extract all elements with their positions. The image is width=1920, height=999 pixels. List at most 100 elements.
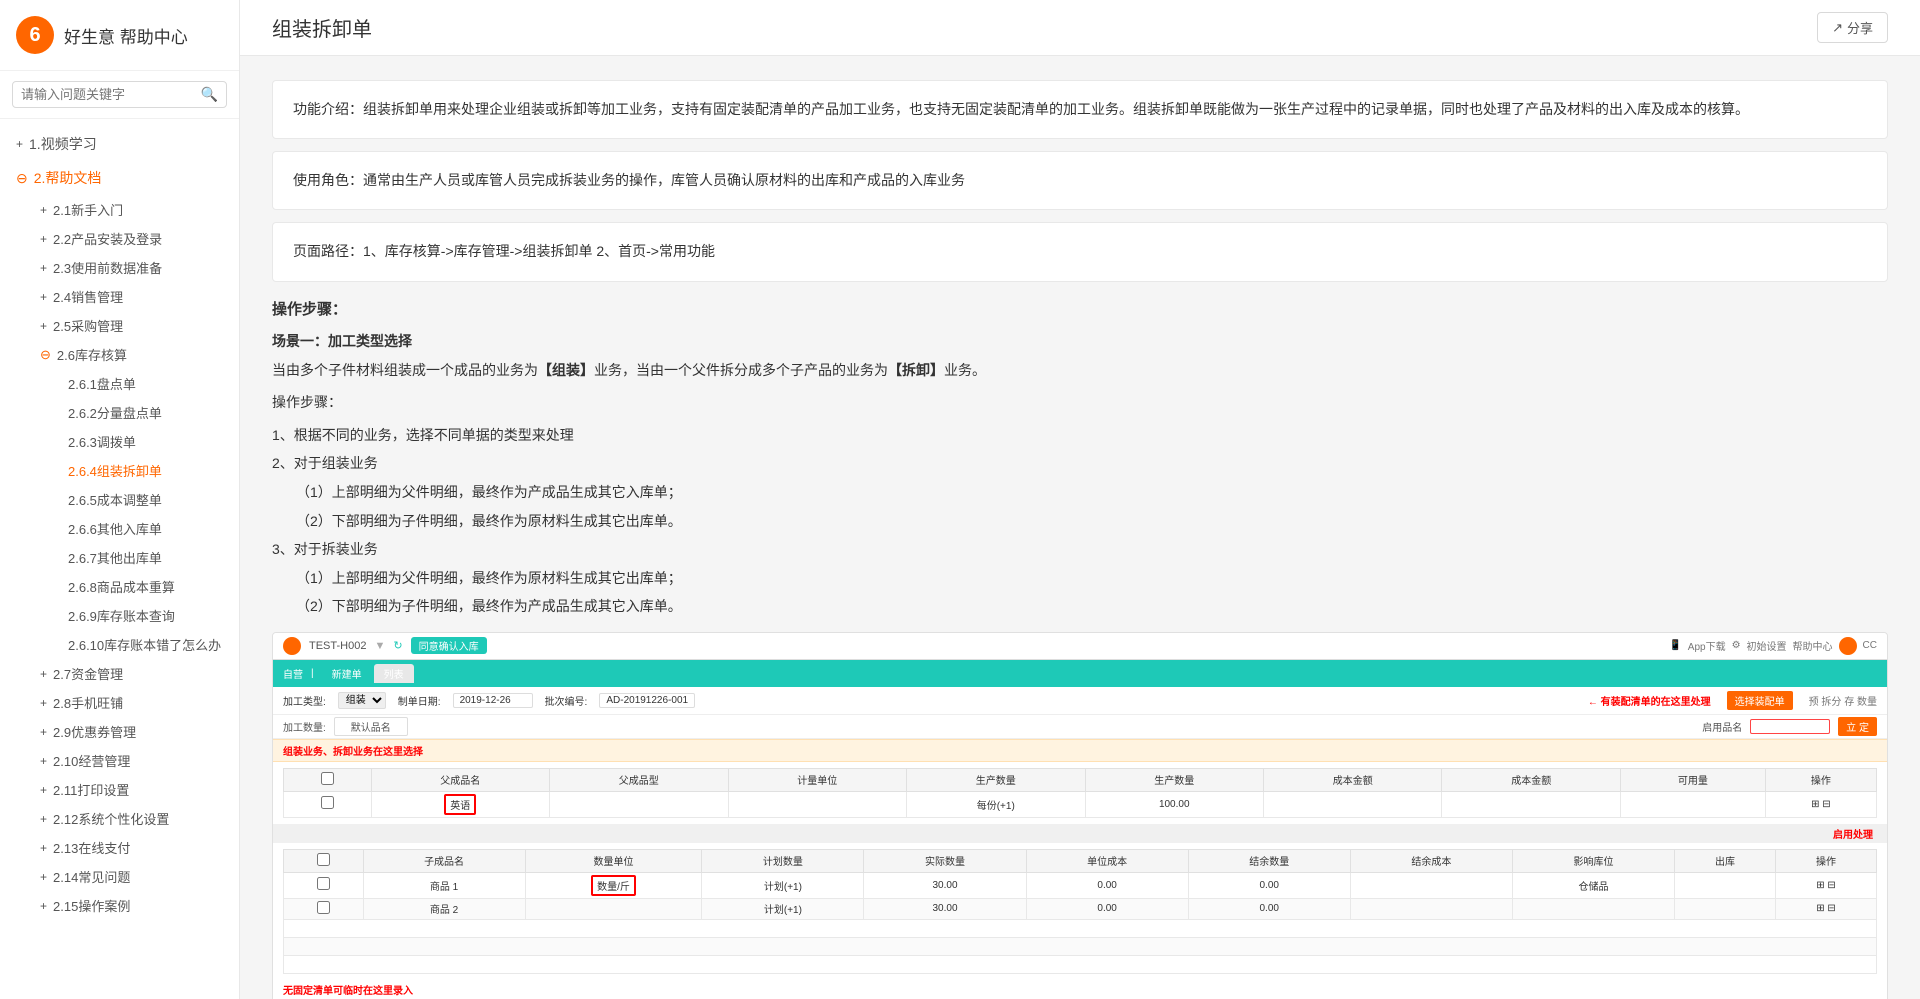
mock-docnum: TEST-H002: [309, 640, 366, 652]
sidebar-item-inventory[interactable]: ⊖ 2.6库存核算: [28, 340, 239, 369]
mock-enable-input[interactable]: [1750, 719, 1830, 734]
mock-nav-bar: 自营 | 新建单 列表: [273, 660, 1887, 687]
sidebar-item-install[interactable]: + 2.2产品安装及登录: [28, 224, 239, 253]
mock-helptext3: 帮助中心: [1793, 638, 1833, 653]
circle-icon6: +: [40, 667, 47, 681]
lrow1-wh: 仓储品: [1512, 872, 1674, 898]
mock-upper-table: 父成品名 父成品型 计量单位 生产数量 生产数量 成本金额 成本金额 可用量 操…: [283, 768, 1877, 818]
sidebar-item-finance[interactable]: + 2.7资金管理: [28, 659, 239, 688]
sidebar-item-outbound[interactable]: 2.6.7其他出库单: [56, 543, 239, 572]
mock-lower-row1: 商品 1 数量/斤 计划(+1) 30.00 0.00 0.00 仓储品 ⊞ ⊟: [284, 872, 1877, 898]
topbar: 组装拆卸单 ↗ 分享: [240, 0, 1920, 56]
sidebar-item-portion[interactable]: 2.6.2分量盘点单: [56, 398, 239, 427]
role-card: 使用角色：通常由生产人员或库管人员完成拆装业务的操作，库管人员确认原材料的出库和…: [272, 151, 1888, 210]
sidebar-item-purchase[interactable]: + 2.5采购管理: [28, 311, 239, 340]
mock-section-divider: 组装业务、拆卸业务在这里选择: [273, 739, 1887, 762]
circle-icon2: +: [40, 232, 47, 246]
mock-save-btn[interactable]: 立 定: [1838, 717, 1877, 736]
search-area: 🔍: [0, 71, 239, 119]
mock-tab-list[interactable]: 列表: [374, 664, 414, 683]
main-area: 组装拆卸单 ↗ 分享 功能介绍：组装拆卸单用来处理企业组装或拆卸等加工业务，支持…: [240, 0, 1920, 999]
sidebar-item-coupon[interactable]: + 2.9优惠券管理: [28, 717, 239, 746]
mock-upper-table-area: 父成品名 父成品型 计量单位 生产数量 生产数量 成本金额 成本金额 可用量 操…: [273, 762, 1887, 824]
sub-col-actual: 实际数量: [864, 849, 1026, 872]
sidebar-item-sales[interactable]: + 2.4销售管理: [28, 282, 239, 311]
lrow4-empty: [284, 937, 1877, 955]
lrow3-empty: [284, 919, 1877, 937]
mock-type-label: 加工类型:: [283, 693, 326, 708]
lrow2-out: [1675, 898, 1776, 919]
sub-col-remain-cost: 结余成本: [1350, 849, 1512, 872]
mock-type-note: 加工数量: 默认品名 启用品名 立 定: [273, 715, 1887, 739]
search-box[interactable]: 🔍: [12, 81, 227, 108]
sidebar-item-costrecalc[interactable]: 2.6.8商品成本重算: [56, 572, 239, 601]
mock-appstore-icon: 📱: [1669, 640, 1681, 651]
sidebar-item-help[interactable]: ⊖ 2.帮助文档: [0, 161, 239, 195]
search-icon[interactable]: 🔍: [201, 86, 218, 103]
logo-area: 6 好生意 帮助中心: [0, 0, 239, 71]
col-qty1: 生产数量: [907, 768, 1085, 791]
lrow2-rq: 0.00: [1188, 898, 1350, 919]
sidebar-item-stockerr[interactable]: 2.6.10库存账本错了怎么办: [56, 630, 239, 659]
row1-act: ⊞ ⊟: [1765, 791, 1876, 817]
row1-q1: 每份(+1): [907, 791, 1085, 817]
steps-section: 操作步骤： 场景一：加工类型选择 当由多个子件材料组装成一个成品的业务为【组装】…: [272, 298, 1888, 620]
sub-col-ops: 操作: [1775, 849, 1876, 872]
select-all-checkbox[interactable]: [321, 772, 334, 785]
content-area: 功能介绍：组装拆卸单用来处理企业组装或拆卸等加工业务，支持有固定装配清单的产品加…: [240, 56, 1920, 999]
circle-icon12: +: [40, 841, 47, 855]
mock-help-text: App下载: [1688, 638, 1726, 653]
row1-name: 英语: [371, 791, 549, 817]
mock-lower-row3: [284, 919, 1877, 937]
step3-1: （1）上部明细为父件明细，最终作为原材料生成其它出库单；: [296, 565, 1888, 592]
sidebar-item-ops[interactable]: + 2.10经营管理: [28, 746, 239, 775]
scenario1-desc: 当由多个子件材料组装成一个成品的业务为【组装】业务，当由一个父件拆分成多个子产品…: [272, 357, 1888, 384]
share-button[interactable]: ↗ 分享: [1817, 12, 1888, 43]
sidebar-item-mobile[interactable]: + 2.8手机旺铺: [28, 688, 239, 717]
mock-type-select[interactable]: 组装 拆卸: [338, 692, 386, 709]
sidebar-item-cost[interactable]: 2.6.5成本调整单: [56, 485, 239, 514]
mock-settings-icon: ⚙: [1732, 640, 1741, 651]
mock-title-left: TEST-H002 ▼ ↻ 同意确认入库: [283, 637, 487, 655]
mock-nav-home[interactable]: 自营: [283, 666, 303, 681]
plus-icon: +: [16, 137, 23, 151]
mock-lower-row4: [284, 937, 1877, 955]
mock-screenshot: TEST-H002 ▼ ↻ 同意确认入库 📱 App下载 ⚙ 初始设置 帮助中心…: [273, 633, 1887, 999]
sidebar-item-cases[interactable]: + 2.15操作案例: [28, 891, 239, 920]
search-input[interactable]: [21, 87, 201, 102]
row1-redbox: 英语: [444, 794, 476, 815]
sidebar-item-video[interactable]: + 1.视频学习: [0, 127, 239, 161]
mock-logo: [283, 637, 301, 655]
sidebar-item-prepare[interactable]: + 2.3使用前数据准备: [28, 253, 239, 282]
lrow2-name: 商品 2: [363, 898, 525, 919]
sidebar-item-newbie[interactable]: + 2.1新手入门: [28, 195, 239, 224]
sidebar-item-inbound[interactable]: 2.6.6其他入库单: [56, 514, 239, 543]
circle-icon10: +: [40, 783, 47, 797]
mock-confirm-btn[interactable]: 同意确认入库: [411, 637, 487, 654]
mock-lower-row5: [284, 955, 1877, 973]
sidebar-item-payment[interactable]: + 2.13在线支付: [28, 833, 239, 862]
nav-sub-inventory: 2.6.1盘点单 2.6.2分量盘点单 2.6.3调拨单 2.6.4组装拆卸单 …: [28, 369, 239, 659]
sidebar-item-stockcheck[interactable]: 2.6.9库存账本查询: [56, 601, 239, 630]
lrow1-ucost: 0.00: [1026, 872, 1188, 898]
sidebar-item-custom[interactable]: + 2.12系统个性化设置: [28, 804, 239, 833]
lrow1-name: 商品 1: [363, 872, 525, 898]
sidebar-item-print[interactable]: + 2.11打印设置: [28, 775, 239, 804]
circle-icon: +: [40, 203, 47, 217]
col-cost1: 成本金额: [1263, 768, 1441, 791]
lrow2-ucost: 0.00: [1026, 898, 1188, 919]
mock-select-btn[interactable]: 选择装配单: [1727, 691, 1793, 710]
lrow1-unit: 数量/斤: [525, 872, 702, 898]
sidebar-item-dispatch[interactable]: 2.6.3调拨单: [56, 427, 239, 456]
col-cost2: 成本金额: [1442, 768, 1620, 791]
mock-qty-val: 默认品名: [334, 717, 408, 736]
mock-tab-new[interactable]: 新建单: [322, 664, 372, 683]
mock-preview-icon: 预 拆分 存 数量: [1809, 693, 1877, 708]
sidebar-item-check[interactable]: 2.6.1盘点单: [56, 369, 239, 398]
step1: 1、根据不同的业务，选择不同单据的类型来处理: [272, 422, 1888, 449]
sidebar-item-assembly[interactable]: 2.6.4组装拆卸单: [56, 456, 239, 485]
sidebar-item-faq[interactable]: + 2.14常见问题: [28, 862, 239, 891]
lrow2-plan: 计划(+1): [702, 898, 864, 919]
mock-dropdown-icon: ▼: [374, 640, 385, 652]
row1-q2: 100.00: [1085, 791, 1263, 817]
